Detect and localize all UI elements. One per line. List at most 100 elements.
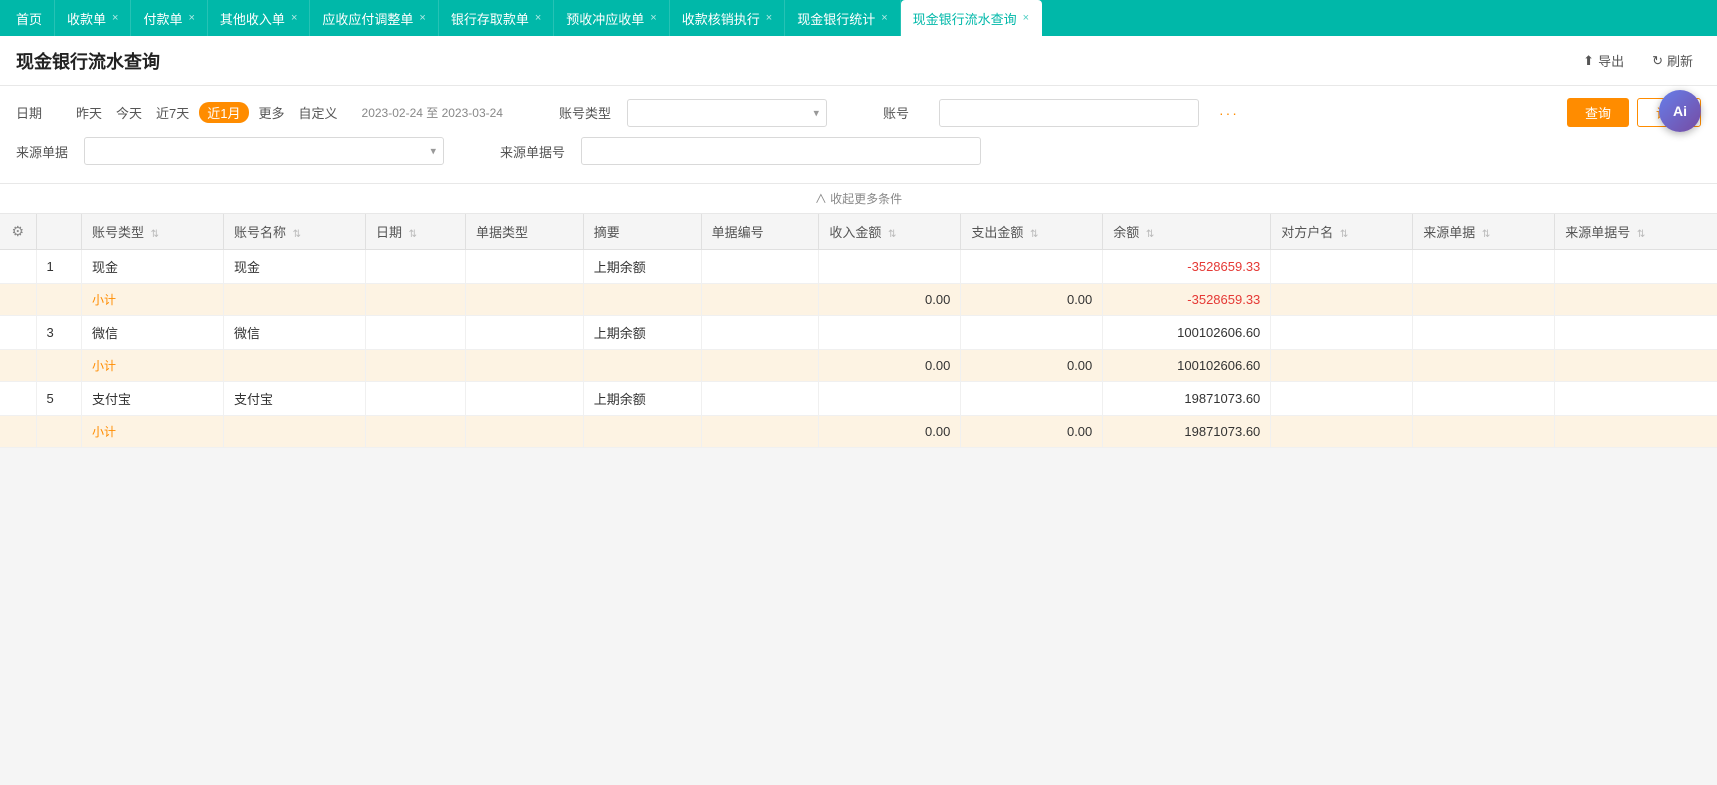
cell-date bbox=[365, 316, 465, 350]
cell-doc-no bbox=[701, 284, 819, 316]
nav-cash-stat[interactable]: 现金银行统计 × bbox=[785, 0, 900, 36]
col-balance[interactable]: 余额 ⇅ bbox=[1103, 214, 1271, 250]
close-bank-icon[interactable]: × bbox=[535, 12, 541, 24]
date-yesterday[interactable]: 昨天 bbox=[72, 102, 106, 123]
table-row[interactable]: 小计 0.00 0.00 19871073.60 bbox=[0, 416, 1717, 448]
table-row[interactable]: 小计 0.00 0.00 100102606.60 bbox=[0, 350, 1717, 382]
cell-settings bbox=[0, 350, 36, 382]
sort-account-name-icon: ⇅ bbox=[293, 229, 301, 240]
cell-settings bbox=[0, 316, 36, 350]
cell-source-doc-no bbox=[1555, 250, 1717, 284]
cell-expense: 0.00 bbox=[961, 284, 1103, 316]
cell-doc-no bbox=[701, 416, 819, 448]
cell-account-name bbox=[224, 350, 366, 382]
source-doc-select[interactable] bbox=[84, 137, 444, 165]
nav-payments[interactable]: 付款单 × bbox=[131, 0, 207, 36]
cell-counterparty bbox=[1271, 350, 1413, 382]
close-cash-stat-icon[interactable]: × bbox=[881, 12, 887, 24]
cell-doc-type bbox=[466, 316, 584, 350]
date-more[interactable]: 更多 bbox=[255, 102, 289, 123]
cell-settings bbox=[0, 284, 36, 316]
header-actions: ⬆ 导出 ↻ 刷新 bbox=[1575, 47, 1701, 74]
cell-summary bbox=[583, 350, 701, 382]
sort-source-doc-icon: ⇅ bbox=[1482, 229, 1490, 240]
col-counterparty[interactable]: 对方户名 ⇅ bbox=[1271, 214, 1413, 250]
account-type-select[interactable] bbox=[627, 99, 827, 127]
cell-account-name: 支付宝 bbox=[224, 382, 366, 416]
collapse-label: 收起更多条件 bbox=[830, 192, 902, 206]
col-date[interactable]: 日期 ⇅ bbox=[365, 214, 465, 250]
source-doc-no-input[interactable] bbox=[581, 137, 981, 165]
cell-idx: 5 bbox=[36, 382, 82, 416]
collapse-bar[interactable]: ∧ 收起更多条件 bbox=[0, 184, 1717, 214]
cell-summary: 上期余额 bbox=[583, 316, 701, 350]
cell-idx: 3 bbox=[36, 316, 82, 350]
table-row[interactable]: 小计 0.00 0.00 -3528659.33 bbox=[0, 284, 1717, 316]
table-row[interactable]: 5 支付宝 支付宝 上期余额 19871073.60 bbox=[0, 382, 1717, 416]
close-receipts-icon[interactable]: × bbox=[112, 12, 118, 24]
export-button[interactable]: ⬆ 导出 bbox=[1575, 47, 1632, 74]
cell-expense: 0.00 bbox=[961, 416, 1103, 448]
cell-settings bbox=[0, 382, 36, 416]
col-settings[interactable]: ⚙ bbox=[0, 214, 36, 250]
sort-counterparty-icon: ⇅ bbox=[1340, 229, 1348, 240]
date-7days[interactable]: 近7天 bbox=[152, 102, 193, 123]
account-ellipsis-button[interactable]: ··· bbox=[1215, 105, 1243, 121]
close-payments-icon[interactable]: × bbox=[188, 12, 194, 24]
table-row[interactable]: 1 现金 现金 上期余额 -3528659.33 bbox=[0, 250, 1717, 284]
date-custom[interactable]: 自定义 bbox=[295, 102, 342, 123]
cell-income bbox=[819, 382, 961, 416]
col-source-doc[interactable]: 来源单据 ⇅ bbox=[1413, 214, 1555, 250]
data-table: ⚙ 账号类型 ⇅ 账号名称 ⇅ 日期 ⇅ 单据类型 摘要 单据编号 收入金额 ⇅… bbox=[0, 214, 1717, 448]
nav-cash-flow[interactable]: 现金银行流水查询 × bbox=[901, 0, 1042, 36]
col-source-doc-no[interactable]: 来源单据号 ⇅ bbox=[1555, 214, 1717, 250]
nav-home[interactable]: 首页 bbox=[4, 0, 55, 36]
date-1month[interactable]: 近1月 bbox=[199, 102, 248, 123]
close-cash-flow-icon[interactable]: × bbox=[1023, 12, 1029, 24]
cell-source-doc bbox=[1413, 416, 1555, 448]
col-income[interactable]: 收入金额 ⇅ bbox=[819, 214, 961, 250]
close-prepay-icon[interactable]: × bbox=[650, 12, 656, 24]
nav-bank-withdraw[interactable]: 银行存取款单 × bbox=[439, 0, 554, 36]
table-settings-icon[interactable]: ⚙ bbox=[11, 223, 24, 239]
cell-expense bbox=[961, 316, 1103, 350]
date-today[interactable]: 今天 bbox=[112, 102, 146, 123]
nav-prepay-offset[interactable]: 预收冲应收单 × bbox=[554, 0, 669, 36]
cell-counterparty bbox=[1271, 284, 1413, 316]
col-account-name[interactable]: 账号名称 ⇅ bbox=[224, 214, 366, 250]
sort-expense-icon: ⇅ bbox=[1030, 229, 1038, 240]
table-row[interactable]: 3 微信 微信 上期余额 100102606.60 bbox=[0, 316, 1717, 350]
account-input[interactable] bbox=[939, 99, 1199, 127]
nav-other-income[interactable]: 其他收入单 × bbox=[208, 0, 310, 36]
refresh-button[interactable]: ↻ 刷新 bbox=[1644, 47, 1701, 74]
nav-ar-ap-adjust[interactable]: 应收应付调整单 × bbox=[310, 0, 438, 36]
cell-counterparty bbox=[1271, 316, 1413, 350]
date-range: 2023-02-24 至 2023-03-24 bbox=[362, 104, 503, 121]
nav-receipts[interactable]: 收款单 × bbox=[55, 0, 131, 36]
top-navigation: 首页 收款单 × 付款单 × 其他收入单 × 应收应付调整单 × 银行存取款单 … bbox=[0, 0, 1717, 36]
ai-assistant-button[interactable]: Ai bbox=[1659, 90, 1701, 132]
table-body: 1 现金 现金 上期余额 -3528659.33 小计 0.00 0.00 -3… bbox=[0, 250, 1717, 448]
cell-source-doc-no bbox=[1555, 350, 1717, 382]
col-doc-no: 单据编号 bbox=[701, 214, 819, 250]
col-expense[interactable]: 支出金额 ⇅ bbox=[961, 214, 1103, 250]
cell-balance: -3528659.33 bbox=[1103, 250, 1271, 284]
export-icon: ⬆ bbox=[1583, 53, 1594, 69]
cell-counterparty bbox=[1271, 416, 1413, 448]
close-other-income-icon[interactable]: × bbox=[291, 12, 297, 24]
filter-row-1: 日期 昨天 今天 近7天 近1月 更多 自定义 2023-02-24 至 202… bbox=[16, 98, 1701, 127]
close-ar-ap-icon[interactable]: × bbox=[419, 12, 425, 24]
col-account-type[interactable]: 账号类型 ⇅ bbox=[82, 214, 224, 250]
cell-income: 0.00 bbox=[819, 350, 961, 382]
nav-receipt-exec[interactable]: 收款核销执行 × bbox=[670, 0, 785, 36]
cell-idx bbox=[36, 284, 82, 316]
cell-source-doc bbox=[1413, 350, 1555, 382]
page-title: 现金银行流水查询 bbox=[16, 48, 160, 74]
table-header-row: ⚙ 账号类型 ⇅ 账号名称 ⇅ 日期 ⇅ 单据类型 摘要 单据编号 收入金额 ⇅… bbox=[0, 214, 1717, 250]
filter-row-2: 来源单据 来源单据号 bbox=[16, 137, 1701, 165]
query-button[interactable]: 查询 bbox=[1567, 98, 1629, 127]
sort-date-icon: ⇅ bbox=[409, 229, 417, 240]
cell-doc-type bbox=[466, 250, 584, 284]
cell-date bbox=[365, 350, 465, 382]
close-receipt-exec-icon[interactable]: × bbox=[766, 12, 772, 24]
